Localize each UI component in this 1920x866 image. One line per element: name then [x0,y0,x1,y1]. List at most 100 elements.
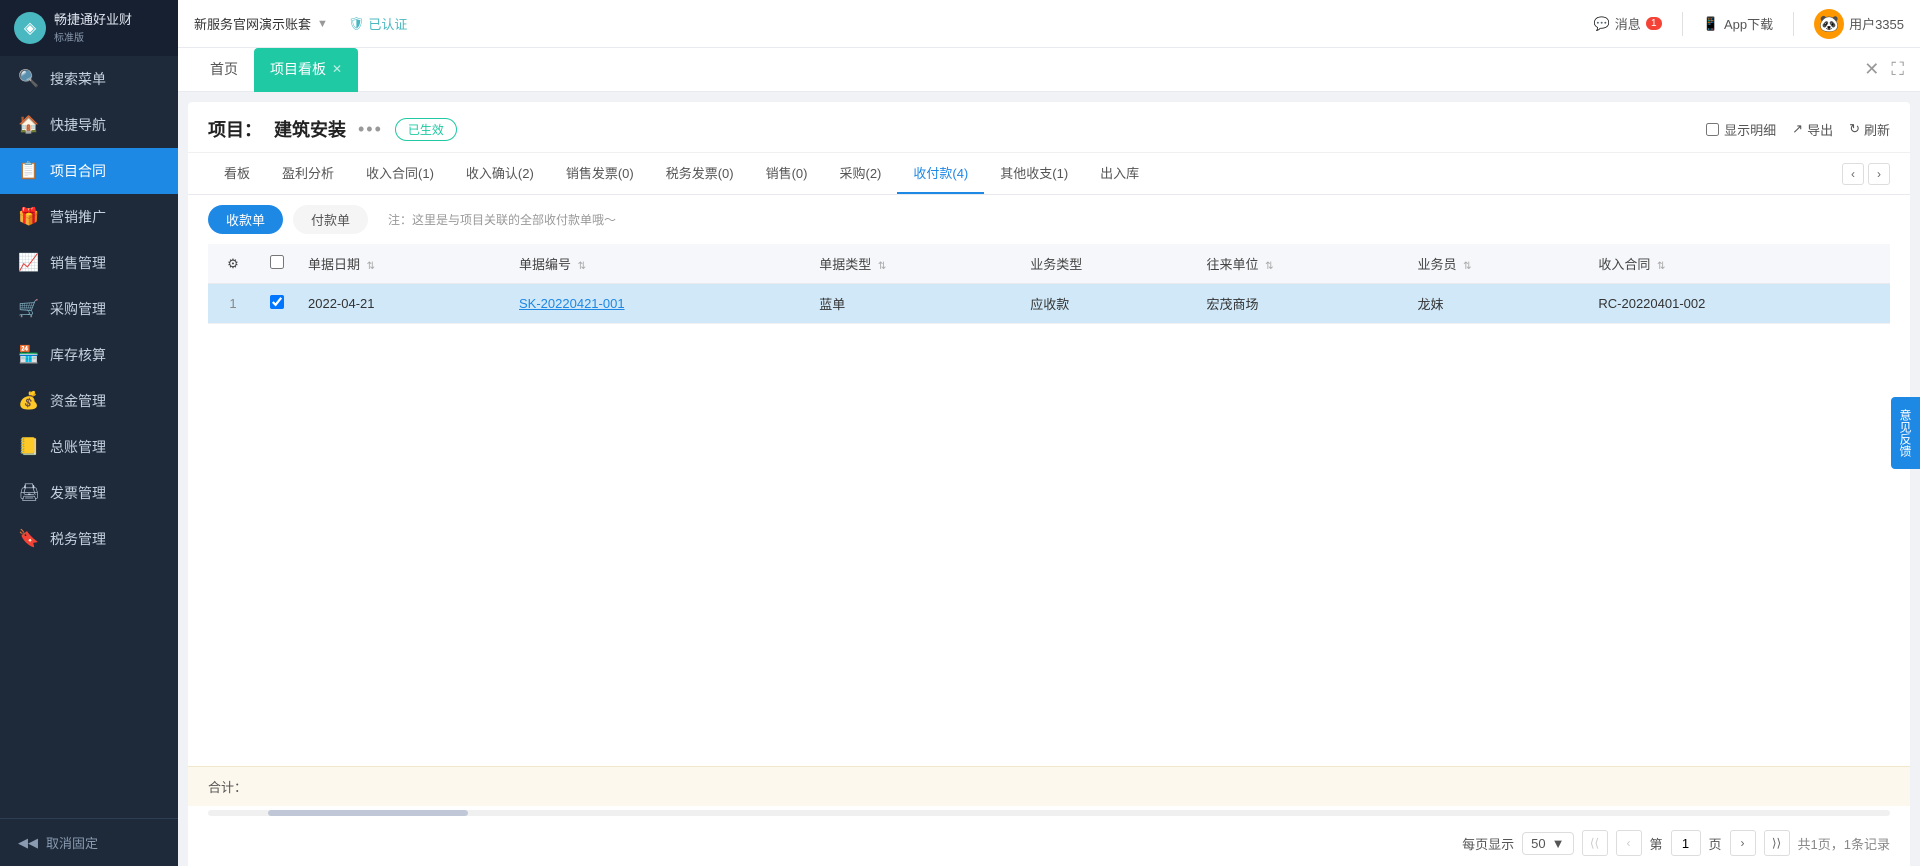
feedback-btn[interactable]: 意见反馈 [1891,397,1920,469]
sidebar-unpin-btn[interactable]: ◀◀ 取消固定 [0,818,178,866]
sub-nav-item-other-expense[interactable]: 其他收支(1) [984,153,1084,194]
sub-nav-item-payment[interactable]: 收付款(4) [897,153,984,194]
sidebar-item-label: 营销推广 [50,207,106,227]
th-settings[interactable]: ⚙ [208,244,258,284]
per-page-select[interactable]: 50 ▼ [1522,832,1573,855]
th-doc-type[interactable]: 单据类型 ⇅ [807,244,1018,284]
doc-number-link[interactable]: SK-20220421-001 [519,296,625,311]
tax-icon: 🔖 [18,529,40,549]
sidebar-item-label: 销售管理 [50,253,106,273]
sidebar-item-marketing[interactable]: 🎁 营销推广 [0,194,178,240]
show-detail-check[interactable]: 显示明细 [1706,120,1776,139]
th-salesman[interactable]: 业务员 ⇅ [1406,244,1587,284]
sidebar-item-label: 库存核算 [50,345,106,365]
tab-project-board[interactable]: 项目看板 ✕ [254,48,358,92]
row-checkbox[interactable] [270,295,284,309]
sub-nav-item-warehouse[interactable]: 出入库 [1084,153,1155,194]
feedback-label: 意见反馈 [1897,409,1914,457]
th-check [258,244,296,284]
payment-table: ⚙ 单据日期 ⇅ 单据编号 ⇅ [208,244,1890,324]
refresh-icon: ↻ [1849,121,1860,137]
sidebar-item-sales[interactable]: 📈 销售管理 [0,240,178,286]
unpin-icon: ◀◀ [18,835,38,851]
app-name: 畅捷通好业财 [54,12,132,29]
maximize-tab-btn[interactable]: ⛶ [1891,59,1904,80]
messages-label: 消息 [1615,14,1641,33]
sidebar-item-inventory[interactable]: 🏪 库存核算 [0,332,178,378]
th-income-contract[interactable]: 收入合同 ⇅ [1586,244,1890,284]
sidebar-item-purchase[interactable]: 🛒 采购管理 [0,286,178,332]
page-label: 第 [1650,834,1663,853]
sidebar-item-ledger[interactable]: 📒 总账管理 [0,424,178,470]
refresh-label: 刷新 [1864,120,1890,139]
per-page-dropdown-icon: ▼ [1552,836,1565,851]
table-row[interactable]: 1 2022-04-21 SK-20220421-001 蓝单 应收款 宏茂商场 [208,284,1890,324]
app-edition: 标准版 [54,29,132,44]
page-input[interactable] [1671,830,1701,856]
show-detail-checkbox[interactable] [1706,123,1719,136]
sort-contract-icon: ⇅ [1657,261,1665,272]
message-icon: 💬 [1594,16,1610,32]
refresh-btn[interactable]: ↻ 刷新 [1849,120,1890,139]
th-date[interactable]: 单据日期 ⇅ [296,244,507,284]
payment-receipt-tab[interactable]: 收款单 [208,205,283,234]
sub-nav-next[interactable]: › [1868,163,1890,185]
sub-nav-item-income-confirm[interactable]: 收入确认(2) [450,153,550,194]
sidebar-item-tax[interactable]: 🔖 税务管理 [0,516,178,562]
sort-partner-icon: ⇅ [1265,261,1273,272]
sidebar-item-capital[interactable]: 💰 资金管理 [0,378,178,424]
sub-nav-item-kanban[interactable]: 看板 [208,153,266,194]
divider2 [1793,12,1794,36]
scroll-bar-thumb[interactable] [268,810,468,816]
sidebar-item-label: 项目合同 [50,161,106,181]
page-next-btn[interactable]: › [1730,830,1756,856]
th-partner[interactable]: 往来单位 ⇅ [1194,244,1405,284]
tab-home[interactable]: 首页 [194,48,254,92]
sub-nav-item-income-contract[interactable]: 收入合同(1) [350,153,450,194]
project-more-btn[interactable]: ••• [358,119,383,140]
sort-doctype-icon: ⇅ [878,261,886,272]
tab-close-icon[interactable]: ✕ [332,62,342,76]
app-download-label: App下载 [1724,14,1773,33]
show-detail-label: 显示明细 [1724,120,1776,139]
td-date: 2022-04-21 [296,284,507,324]
sidebar-item-label: 快捷导航 [50,115,106,135]
page-first-btn[interactable]: ⟨⟨ [1582,830,1608,856]
project-status-badge: 已生效 [395,118,457,141]
th-number[interactable]: 单据编号 ⇅ [507,244,807,284]
main-area: 新服务官网演示账套 ▼ 🛡 已认证 💬 消息 1 📱 App下载 🐼 用户335… [178,0,1920,866]
sub-nav-item-sales[interactable]: 销售(0) [750,153,824,194]
app-download-btn[interactable]: 📱 App下载 [1703,14,1773,33]
messages-btn[interactable]: 💬 消息 1 [1594,14,1662,33]
table-header: ⚙ 单据日期 ⇅ 单据编号 ⇅ [208,244,1890,284]
sidebar-item-label: 税务管理 [50,529,106,549]
pagination: 每页显示 50 ▼ ⟨⟨ ‹ 第 页 › ⟩⟩ 共1页，1条记录 [188,820,1910,866]
phone-icon: 📱 [1703,16,1719,32]
sub-nav-item-sales-invoice[interactable]: 销售发票(0) [550,153,650,194]
sub-nav-item-tax-invoice[interactable]: 税务发票(0) [650,153,750,194]
payment-pay-tab[interactable]: 付款单 [293,205,368,234]
per-page-value: 50 [1531,836,1545,851]
sub-nav-prev[interactable]: ‹ [1842,163,1864,185]
sub-nav-item-profit[interactable]: 盈利分析 [266,153,350,194]
td-number[interactable]: SK-20220421-001 [507,284,807,324]
account-selector[interactable]: 新服务官网演示账套 ▼ [194,14,328,33]
close-tab-btn[interactable]: ✕ [1864,59,1879,80]
sidebar-item-invoice[interactable]: 🖨 发票管理 [0,470,178,516]
page-prev-btn[interactable]: ‹ [1616,830,1642,856]
sidebar-item-search[interactable]: 🔍 搜索菜单 [0,56,178,102]
user-profile-btn[interactable]: 🐼 用户3355 [1814,9,1904,39]
sidebar-item-quicknav[interactable]: 🏠 快捷导航 [0,102,178,148]
select-all-checkbox[interactable] [270,255,284,269]
sidebar-item-project[interactable]: 📋 项目合同 [0,148,178,194]
sub-nav-item-purchase[interactable]: 采购(2) [823,153,897,194]
td-partner: 宏茂商场 [1194,284,1405,324]
page-last-btn[interactable]: ⟩⟩ [1764,830,1790,856]
invoice-icon: 🖨 [18,483,40,503]
export-icon: ↗ [1792,121,1803,137]
avatar: 🐼 [1814,9,1844,39]
project-prefix: 项目： [208,116,262,142]
sidebar: ◈ 畅捷通好业财 标准版 🔍 搜索菜单 🏠 快捷导航 📋 项目合同 🎁 营销推广… [0,0,178,866]
purchase-icon: 🛒 [18,299,40,319]
export-btn[interactable]: ↗ 导出 [1792,120,1833,139]
